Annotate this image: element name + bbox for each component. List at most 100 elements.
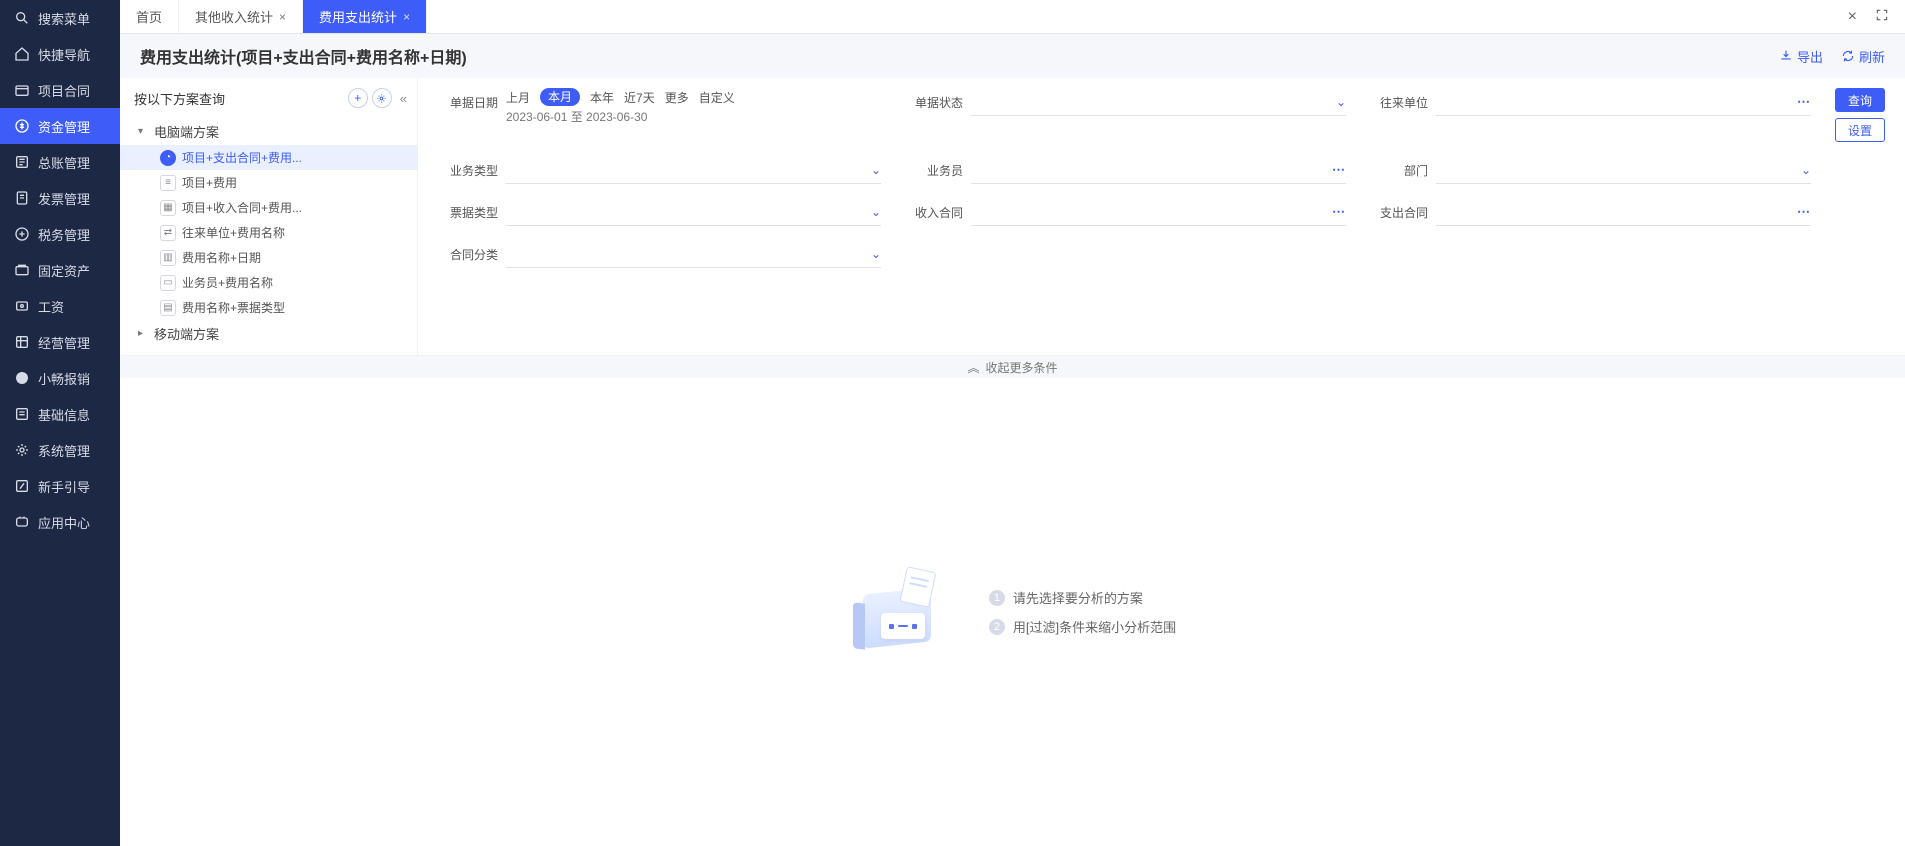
search-icon [14, 10, 30, 26]
filter-salesman: 业务员 ⋯ [905, 156, 1346, 184]
sidebar-item-info[interactable]: 基础信息 [0, 396, 120, 432]
tab-label: 首页 [136, 7, 162, 26]
sidebar-item-invoice[interactable]: 发票管理 [0, 180, 120, 216]
sidebar-item-contract[interactable]: 项目合同 [0, 72, 120, 108]
collapse-scheme-icon[interactable]: « [400, 91, 407, 106]
reimburse-icon [14, 370, 30, 386]
export-label: 导出 [1797, 47, 1823, 66]
sidebar-item-apps[interactable]: 应用中心 [0, 504, 120, 540]
biztype-select[interactable]: ⌄ [506, 156, 881, 184]
tree-group-head[interactable]: ▸ 移动端方案 [120, 320, 417, 347]
tree-item[interactable]: ◔ 项目+支出合同+费用... [120, 145, 417, 170]
tree-item-label: 往来单位+费用名称 [182, 224, 285, 241]
content-row: 按以下方案查询 + « ▾ 电脑端方案 ◔ [120, 78, 1905, 356]
unit-lookup[interactable]: ⋯ [1436, 88, 1811, 116]
settings-button[interactable]: 设置 [1835, 118, 1885, 142]
sidebar-item-label: 经营管理 [38, 333, 90, 352]
tab-home[interactable]: 首页 [120, 0, 179, 33]
tab-income[interactable]: 其他收入统计 × [179, 0, 303, 33]
more-icon: ⋯ [1332, 204, 1346, 220]
ticket-icon: ▤ [160, 300, 176, 316]
sidebar-item-system[interactable]: 系统管理 [0, 432, 120, 468]
step-number-icon: 1 [989, 590, 1005, 606]
refresh-icon [1841, 49, 1855, 63]
sidebar-item-label: 基础信息 [38, 405, 90, 424]
tree-item[interactable]: ≡ 项目+费用 [120, 170, 417, 195]
status-select[interactable]: ⌄ [971, 88, 1346, 116]
dept-select[interactable]: ⌄ [1436, 156, 1811, 184]
sidebar-item-salary[interactable]: 工资 [0, 288, 120, 324]
filter-label: 单据状态 [905, 88, 963, 111]
filters: 单据日期 上月 本月 本年 近7天 更多 自定义 2023-06-01 至 20… [418, 78, 1905, 355]
tree-item[interactable]: ▥ 费用名称+日期 [120, 245, 417, 270]
date-tab-this-month[interactable]: 本月 [540, 88, 580, 106]
refresh-button[interactable]: 刷新 [1841, 47, 1885, 66]
asset-icon [14, 262, 30, 278]
tax-icon [14, 226, 30, 242]
sidebar-item-reimburse[interactable]: 小畅报销 [0, 360, 120, 396]
tree-item[interactable]: ⇄ 往来单位+费用名称 [120, 220, 417, 245]
filter-label: 票据类型 [440, 198, 498, 221]
billtype-select[interactable]: ⌄ [506, 198, 881, 226]
sidebar-item-biz[interactable]: 经营管理 [0, 324, 120, 360]
filter-unit: 往来单位 ⋯ [1370, 88, 1811, 142]
category-select[interactable]: ⌄ [506, 240, 881, 268]
close-all-icon[interactable]: × [1842, 8, 1863, 26]
date-range: 2023-06-01 至 2023-06-30 [506, 108, 881, 125]
date-tab-7days[interactable]: 近7天 [624, 89, 655, 106]
tree-group-mobile: ▸ 移动端方案 [120, 320, 417, 347]
export-button[interactable]: 导出 [1779, 47, 1823, 66]
fullscreen-icon[interactable] [1875, 8, 1889, 25]
chevron-down-icon: ⌄ [871, 247, 881, 261]
ledger-icon [14, 154, 30, 170]
tab-expense[interactable]: 费用支出统计 × [303, 0, 427, 33]
tree-item[interactable]: ▦ 项目+收入合同+费用... [120, 195, 417, 220]
collapse-label: 收起更多条件 [986, 359, 1058, 376]
expense-lookup[interactable]: ⋯ [1436, 198, 1811, 226]
sidebar-item-quicknav[interactable]: 快捷导航 [0, 36, 120, 72]
sidebar-item-ledger[interactable]: 总账管理 [0, 144, 120, 180]
scheme-settings-button[interactable] [372, 88, 392, 108]
empty-step-1: 1 请先选择要分析的方案 [989, 588, 1176, 607]
tree-item-label: 业务员+费用名称 [182, 274, 273, 291]
folder-icon [14, 82, 30, 98]
date-tab-this-year[interactable]: 本年 [590, 89, 614, 106]
sidebar-item-fund[interactable]: 资金管理 [0, 108, 120, 144]
collapse-conditions-bar[interactable]: ︽ 收起更多条件 [120, 356, 1905, 378]
biz-icon [14, 334, 30, 350]
salesman-lookup[interactable]: ⋯ [971, 156, 1346, 184]
info-icon [14, 406, 30, 422]
date-tab-prev-month[interactable]: 上月 [506, 89, 530, 106]
swap-icon: ⇄ [160, 225, 176, 241]
empty-illustration [849, 557, 959, 667]
filter-label: 支出合同 [1370, 198, 1428, 221]
date-tab-custom[interactable]: 自定义 [699, 89, 735, 106]
sidebar-item-guide[interactable]: 新手引导 [0, 468, 120, 504]
query-button[interactable]: 查询 [1835, 88, 1885, 112]
tree-item-label: 项目+收入合同+费用... [182, 199, 302, 216]
close-icon[interactable]: × [403, 10, 410, 24]
tree-item[interactable]: ▤ 费用名称+票据类型 [120, 295, 417, 320]
sidebar-item-search[interactable]: 搜索菜单 [0, 0, 120, 36]
apps-icon [14, 514, 30, 530]
sidebar-item-label: 搜索菜单 [38, 9, 90, 28]
card-icon: ▭ [160, 275, 176, 291]
filter-label: 往来单位 [1370, 88, 1428, 111]
tree-group-head[interactable]: ▾ 电脑端方案 [120, 118, 417, 145]
add-scheme-button[interactable]: + [348, 88, 368, 108]
filter-biztype: 业务类型 ⌄ [440, 156, 881, 184]
income-lookup[interactable]: ⋯ [971, 198, 1346, 226]
more-icon: ⋯ [1797, 204, 1811, 220]
filter-income-contract: 收入合同 ⋯ [905, 198, 1346, 226]
empty-step-2: 2 用[过滤]条件来缩小分析范围 [989, 617, 1176, 636]
tree-item[interactable]: ▭ 业务员+费用名称 [120, 270, 417, 295]
filter-dept: 部门 ⌄ [1370, 156, 1811, 184]
sidebar-item-asset[interactable]: 固定资产 [0, 252, 120, 288]
filter-expense-contract: 支出合同 ⋯ [1370, 198, 1811, 226]
date-tab-more[interactable]: 更多 [665, 89, 689, 106]
sidebar-item-tax[interactable]: 税务管理 [0, 216, 120, 252]
sidebar-item-label: 系统管理 [38, 441, 90, 460]
close-icon[interactable]: × [279, 10, 286, 24]
money-icon [14, 118, 30, 134]
salary-icon [14, 298, 30, 314]
